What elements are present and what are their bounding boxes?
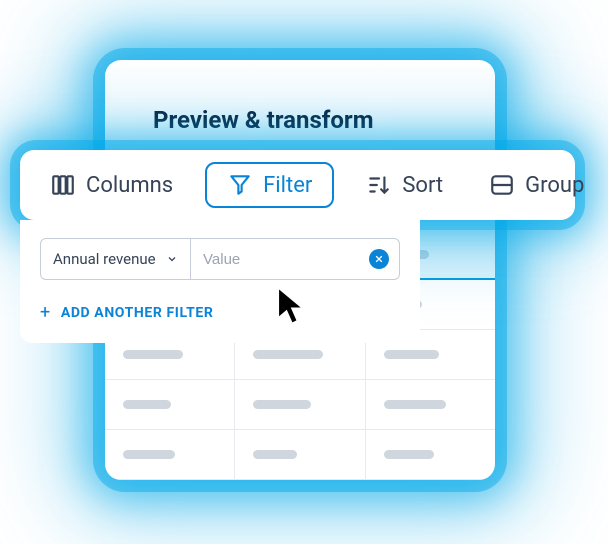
table-cell <box>234 430 364 479</box>
filter-icon <box>227 172 253 198</box>
sort-label: Sort <box>402 173 443 198</box>
sort-button[interactable]: Sort <box>352 164 457 206</box>
table-cell <box>365 380 495 429</box>
plus-icon: + <box>40 302 51 323</box>
filter-field-selected: Annual revenue <box>53 250 156 268</box>
close-icon <box>369 249 389 269</box>
page-title: Preview & transform <box>153 106 374 134</box>
transform-toolbar: Columns Filter Sort Group <box>20 150 575 220</box>
table-cell <box>234 380 364 429</box>
table-row <box>105 380 495 430</box>
columns-icon <box>50 172 76 198</box>
group-icon <box>489 172 515 198</box>
chevron-down-icon <box>166 253 178 265</box>
clear-filter-button[interactable] <box>359 239 399 279</box>
table-row <box>105 430 495 480</box>
add-filter-button[interactable]: + ADD ANOTHER FILTER <box>40 302 400 323</box>
add-filter-label: ADD ANOTHER FILTER <box>61 305 214 321</box>
group-label: Group <box>525 173 584 198</box>
filter-field-select[interactable]: Annual revenue <box>41 239 191 279</box>
columns-button[interactable]: Columns <box>36 164 187 206</box>
filter-row: Annual revenue <box>40 238 400 280</box>
filter-value-input[interactable] <box>203 251 347 268</box>
group-button[interactable]: Group <box>475 164 598 206</box>
table-cell <box>365 430 495 479</box>
columns-label: Columns <box>86 173 173 198</box>
filter-button[interactable]: Filter <box>205 162 334 208</box>
table-cell <box>105 430 234 479</box>
filter-panel: Annual revenue + ADD ANOTHER FILTER <box>20 220 420 343</box>
filter-value-field[interactable] <box>191 239 359 279</box>
filter-label: Filter <box>263 173 312 198</box>
sort-icon <box>366 172 392 198</box>
table-cell <box>105 380 234 429</box>
